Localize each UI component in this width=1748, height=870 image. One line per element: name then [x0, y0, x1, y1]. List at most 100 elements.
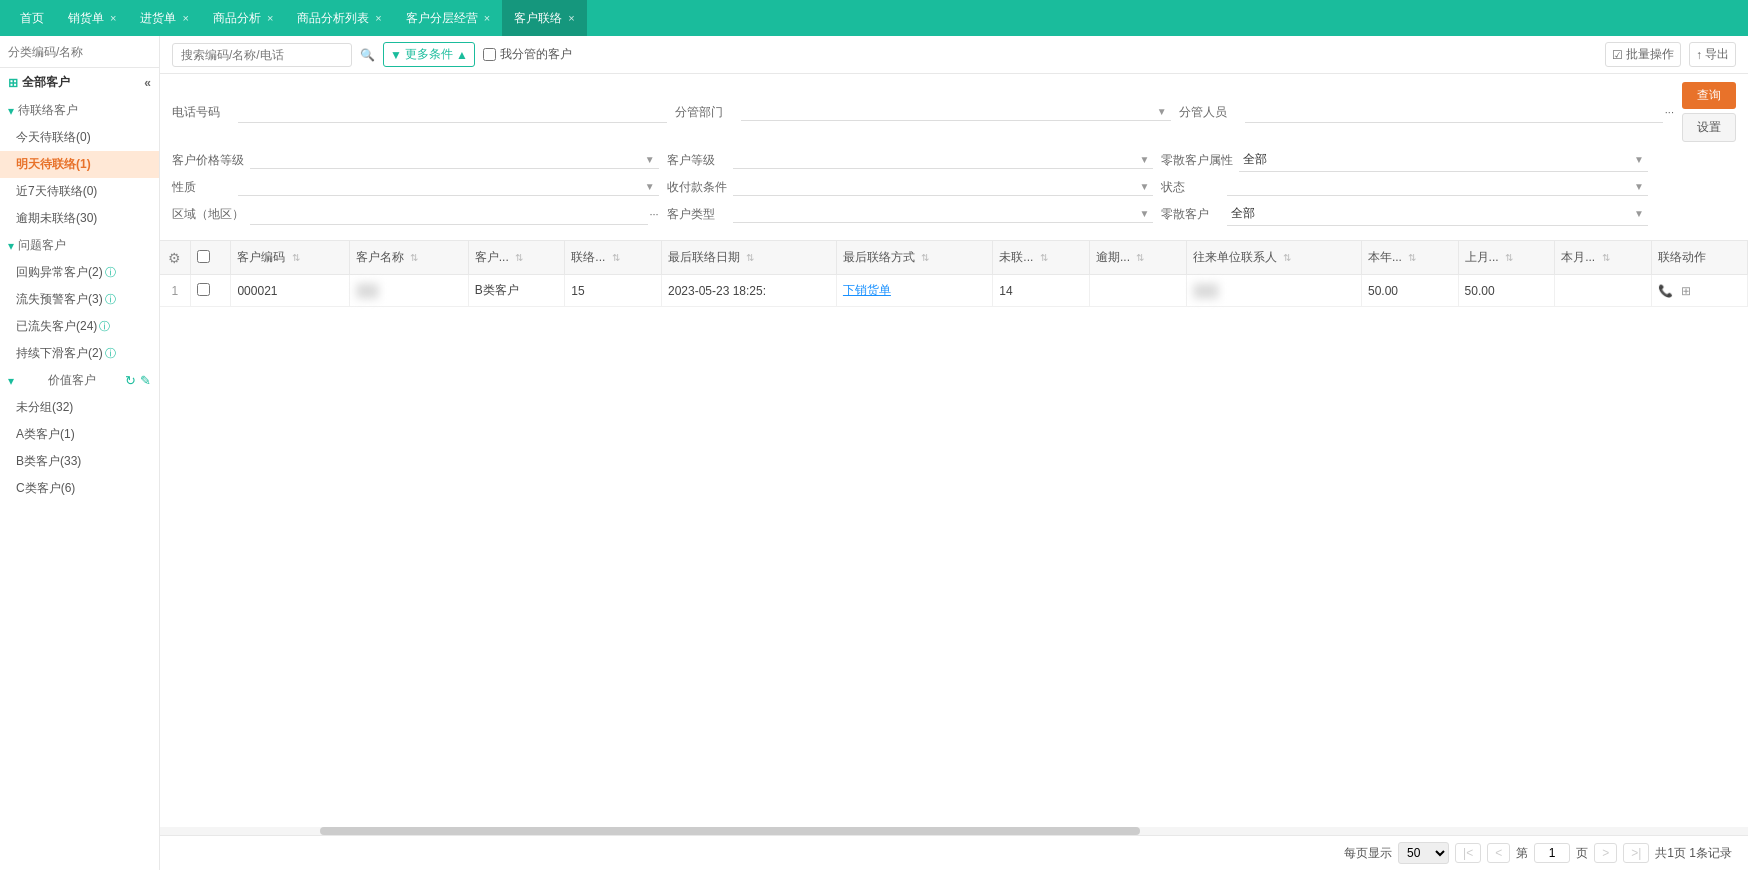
sidebar-item-tomorrow[interactable]: 明天待联络(1) — [0, 151, 159, 178]
search-input[interactable] — [172, 43, 352, 67]
last-method-link[interactable]: 下销货单 — [843, 283, 891, 297]
scrollbar-thumb[interactable] — [320, 827, 1140, 835]
close-product-analysis-list-icon[interactable]: × — [375, 12, 381, 24]
sidebar-item-today[interactable]: 今天待联络(0) — [0, 124, 159, 151]
td-uncontacted: 14 — [993, 275, 1090, 307]
price-level-arrow-icon: ▼ — [645, 154, 655, 165]
checkbox-icon: ☑ — [1612, 48, 1623, 62]
per-page-select[interactable]: 50 100 200 — [1398, 842, 1449, 864]
nav-purchase-order[interactable]: 进货单 × — [128, 0, 200, 36]
close-purchase-order-icon[interactable]: × — [182, 12, 188, 24]
nature-select[interactable]: ▼ — [238, 178, 659, 196]
dept-arrow-icon: ▼ — [1157, 106, 1167, 117]
status-select[interactable]: ▼ — [1227, 178, 1648, 196]
sidebar-item-c-class[interactable]: C类客户(6) — [0, 475, 159, 502]
sidebar-item-abnormal[interactable]: 回购异常客户(2) ⓘ — [0, 259, 159, 286]
sidebar-section-pending[interactable]: 待联络客户 — [0, 97, 159, 124]
sidebar-item-declining[interactable]: 持续下滑客户(2) ⓘ — [0, 340, 159, 367]
close-product-analysis-icon[interactable]: × — [267, 12, 273, 24]
td-this-month — [1555, 275, 1652, 307]
retail-attr-select[interactable]: 全部 ▼ — [1239, 148, 1648, 172]
region-more-icon[interactable]: ··· — [650, 208, 659, 220]
query-button[interactable]: 查询 — [1682, 82, 1736, 109]
phone-input[interactable] — [238, 102, 667, 123]
th-last-contact-method[interactable]: 最后联络方式 ⇅ — [836, 241, 992, 275]
sidebar-search-input[interactable] — [8, 45, 158, 59]
filter-nature: 性质 ▼ — [172, 178, 659, 196]
th-uncontacted[interactable]: 未联... ⇅ — [993, 241, 1090, 275]
nav-product-analysis-list[interactable]: 商品分析列表 × — [285, 0, 393, 36]
first-page-button[interactable]: |< — [1455, 843, 1481, 863]
prev-page-button[interactable]: < — [1487, 843, 1510, 863]
th-customer-code[interactable]: 客户编码 ⇅ — [231, 241, 350, 275]
nav-product-analysis[interactable]: 商品分析 × — [201, 0, 285, 36]
batch-op-button[interactable]: ☑ 批量操作 — [1605, 42, 1681, 67]
table-settings-icon[interactable]: ⚙ — [168, 250, 181, 266]
td-contact-count: 15 — [565, 275, 662, 307]
th-contact-person[interactable]: 往来单位联系人 ⇅ — [1186, 241, 1361, 275]
th-checkbox — [190, 241, 231, 275]
my-customers-checkbox[interactable]: 我分管的客户 — [483, 46, 572, 63]
horizontal-scrollbar[interactable] — [160, 827, 1748, 835]
last-page-button[interactable]: >| — [1623, 843, 1649, 863]
nav-home[interactable]: 首页 — [8, 0, 56, 36]
th-label-this-year: 本年... — [1368, 250, 1402, 264]
sidebar-all-customers[interactable]: ⊞ 全部客户 « — [0, 68, 159, 97]
th-this-month[interactable]: 本月... ⇅ — [1555, 241, 1652, 275]
th-contact-count[interactable]: 联络... ⇅ — [565, 241, 662, 275]
sidebar-item-ungrouped[interactable]: 未分组(32) — [0, 394, 159, 421]
settings-button[interactable]: 设置 — [1682, 113, 1736, 142]
customer-table: ⚙ 客户编码 ⇅ 客户名称 ⇅ — [160, 241, 1748, 307]
select-all-checkbox[interactable] — [197, 250, 210, 263]
manager-input[interactable] — [1245, 102, 1663, 123]
phone-action-icon[interactable]: 📞 — [1658, 284, 1673, 298]
sidebar: 🔍 ⊞ 全部客户 « 待联络客户 今天待联络(0) 明天待联络(1) 近7天待联… — [0, 36, 160, 870]
manager-more-icon[interactable]: ··· — [1665, 106, 1674, 118]
region-input[interactable] — [250, 204, 648, 225]
sidebar-section-problem[interactable]: 问题客户 — [0, 232, 159, 259]
search-icon[interactable]: 🔍 — [360, 48, 375, 62]
page-input[interactable] — [1534, 843, 1570, 863]
more-conditions-button[interactable]: ▼ 更多条件 ▲ — [383, 42, 475, 67]
sidebar-item-a-class[interactable]: A类客户(1) — [0, 421, 159, 448]
customer-type-select[interactable]: ▼ — [733, 205, 1154, 223]
close-sales-order-icon[interactable]: × — [110, 12, 116, 24]
close-customer-tier-icon[interactable]: × — [484, 12, 490, 24]
sidebar-search-area: 🔍 — [0, 36, 159, 68]
close-customer-contact-icon[interactable]: × — [568, 12, 574, 24]
nav-customer-contact[interactable]: 客户联络 × — [502, 0, 586, 36]
export-button[interactable]: ↑ 导出 — [1689, 42, 1736, 67]
info-icon-churn-warning: ⓘ — [105, 292, 116, 307]
next-page-button[interactable]: > — [1594, 843, 1617, 863]
td-code: 000021 — [231, 275, 350, 307]
nav-customer-tier[interactable]: 客户分层经营 × — [394, 0, 502, 36]
sidebar-item-7days[interactable]: 近7天待联络(0) — [0, 178, 159, 205]
th-last-month[interactable]: 上月... ⇅ — [1458, 241, 1555, 275]
nav-sales-order[interactable]: 销货单 × — [56, 0, 128, 36]
more-action-icon[interactable]: ⊞ — [1681, 284, 1691, 298]
th-overdue[interactable]: 逾期... ⇅ — [1089, 241, 1186, 275]
th-customer-name[interactable]: 客户名称 ⇅ — [350, 241, 469, 275]
sidebar-item-churn-warning[interactable]: 流失预警客户(3) ⓘ — [0, 286, 159, 313]
top-nav: 首页 销货单 × 进货单 × 商品分析 × 商品分析列表 × 客户分层经营 × … — [0, 0, 1748, 36]
retail-customer-select[interactable]: 全部 ▼ — [1227, 202, 1648, 226]
th-customer-type[interactable]: 客户... ⇅ — [468, 241, 565, 275]
row-checkbox[interactable] — [197, 283, 210, 296]
nature-arrow-icon: ▼ — [645, 181, 655, 192]
info-icon-declining: ⓘ — [105, 346, 116, 361]
th-this-year[interactable]: 本年... ⇅ — [1361, 241, 1458, 275]
sidebar-item-churned[interactable]: 已流失客户(24) ⓘ — [0, 313, 159, 340]
price-level-select[interactable]: ▼ — [250, 151, 659, 169]
sidebar-section-value[interactable]: 价值客户 ↻ ✎ — [0, 367, 159, 394]
th-last-contact-date[interactable]: 最后联络日期 ⇅ — [661, 241, 836, 275]
edit-icon[interactable]: ✎ — [140, 373, 151, 388]
sidebar-item-b-class[interactable]: B类客户(33) — [0, 448, 159, 475]
query-btn-group: 查询 设置 — [1682, 82, 1736, 142]
payment-select[interactable]: ▼ — [733, 178, 1154, 196]
customer-level-select[interactable]: ▼ — [733, 151, 1154, 169]
sidebar-item-overdue[interactable]: 逾期未联络(30) — [0, 205, 159, 232]
action-icons-group: 📞 ⊞ — [1658, 284, 1741, 298]
filter-phone: 电话号码 — [172, 102, 667, 123]
dept-select[interactable]: ▼ — [741, 103, 1170, 121]
refresh-icon[interactable]: ↻ — [125, 373, 136, 388]
